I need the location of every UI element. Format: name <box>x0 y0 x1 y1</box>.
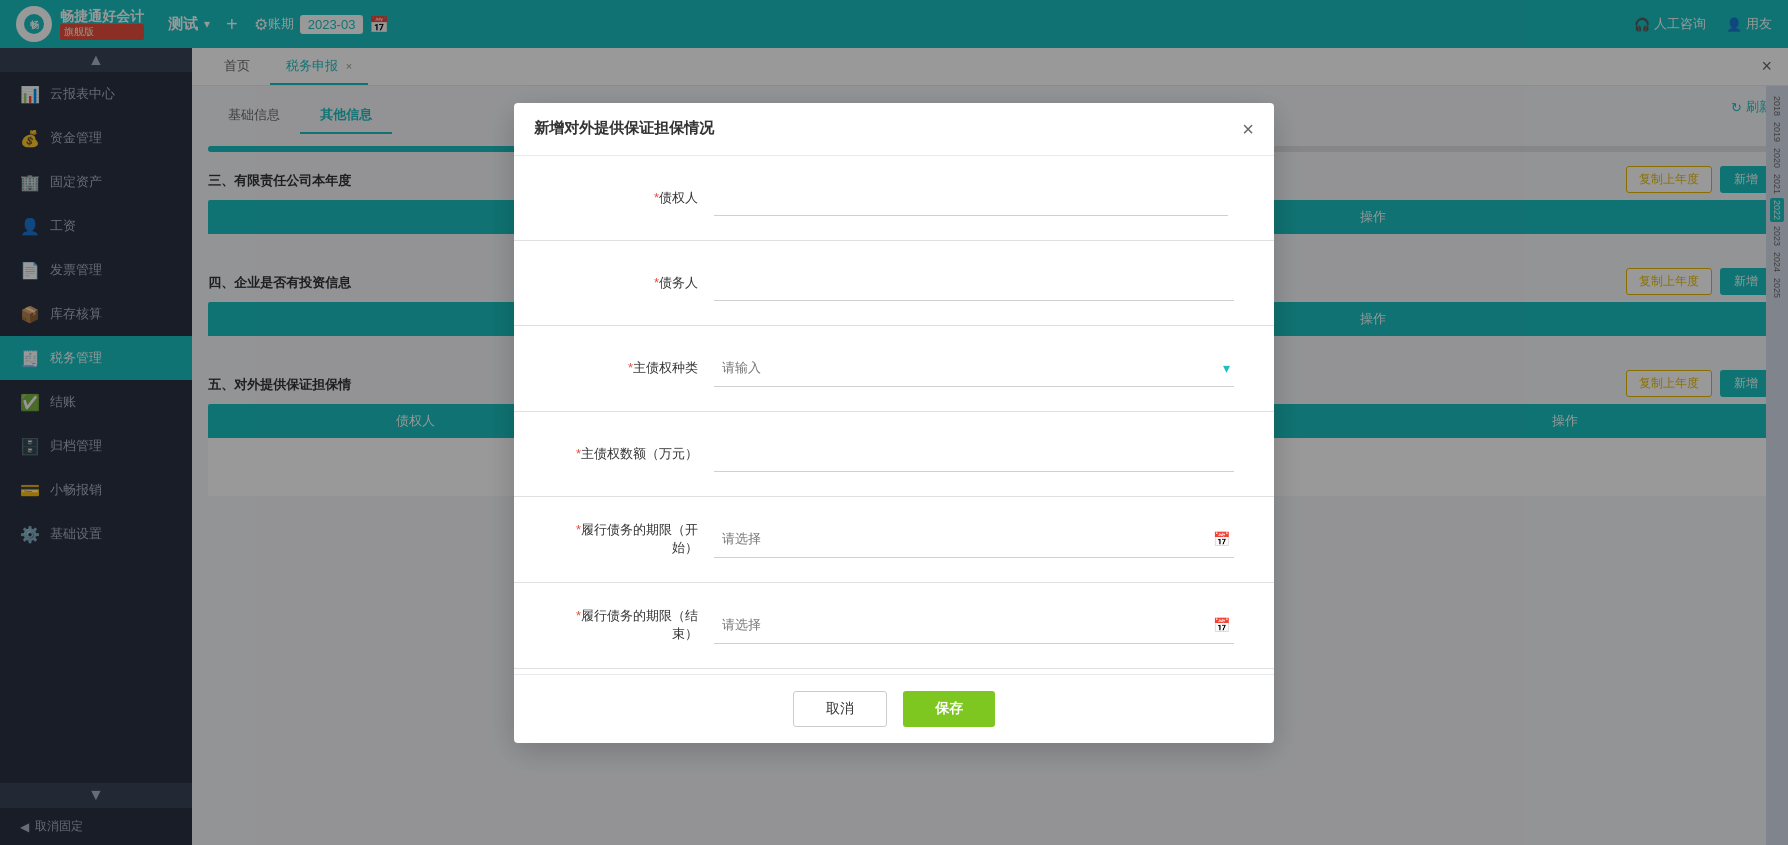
creditor-input[interactable] <box>714 180 1228 216</box>
divider2 <box>514 325 1274 326</box>
save-button[interactable]: 保存 <box>903 691 995 727</box>
dialog-title: 新增对外提供保证担保情况 <box>534 119 714 138</box>
claim-type-label: *主债权种类 <box>554 359 714 377</box>
claim-amount-input[interactable] <box>714 436 1234 472</box>
form-row-start-date: *履行债务的期限（开始） 📅 <box>554 521 1234 558</box>
end-date-label: *履行债务的期限（结束） <box>554 607 714 643</box>
divider4 <box>514 496 1274 497</box>
form-row-claim-type: *主债权种类 ▾ <box>554 350 1234 387</box>
end-date-calendar-icon[interactable]: 📅 <box>1213 617 1234 633</box>
start-date-input[interactable] <box>714 521 1213 557</box>
divider5 <box>514 582 1274 583</box>
divider6 <box>514 668 1274 669</box>
claim-type-select-wrap: ▾ <box>714 350 1234 387</box>
form-row-end-date: *履行债务的期限（结束） 📅 <box>554 607 1234 644</box>
debtor-input[interactable] <box>714 265 1234 301</box>
form-row-claim-amount: *主债权数额（万元） <box>554 436 1234 472</box>
form-row-creditor: *债权人 <box>554 180 1234 216</box>
start-date-label: *履行债务的期限（开始） <box>554 521 714 557</box>
claim-type-input[interactable] <box>714 350 1223 386</box>
cancel-button[interactable]: 取消 <box>793 691 887 727</box>
dialog-footer: 取消 保存 <box>514 674 1274 743</box>
modal-overlay: 新增对外提供保证担保情况 × *债权人 *债务人 <box>0 0 1788 845</box>
dialog-header: 新增对外提供保证担保情况 × <box>514 103 1274 156</box>
end-date-input[interactable] <box>714 607 1213 643</box>
end-date-wrap: 📅 <box>714 607 1234 644</box>
dialog-body: *债权人 *债务人 *主债权种类 ▾ <box>514 156 1274 674</box>
form-row-debtor: *债务人 <box>554 265 1234 301</box>
start-date-wrap: 📅 <box>714 521 1234 558</box>
divider1 <box>514 240 1274 241</box>
divider3 <box>514 411 1274 412</box>
claim-amount-label: *主债权数额（万元） <box>554 445 714 463</box>
claim-type-dropdown-icon[interactable]: ▾ <box>1223 360 1234 376</box>
creditor-label: *债权人 <box>554 189 714 207</box>
debtor-label: *债务人 <box>554 274 714 292</box>
dialog-close-button[interactable]: × <box>1242 119 1254 139</box>
dialog: 新增对外提供保证担保情况 × *债权人 *债务人 <box>514 103 1274 743</box>
start-date-calendar-icon[interactable]: 📅 <box>1213 531 1234 547</box>
